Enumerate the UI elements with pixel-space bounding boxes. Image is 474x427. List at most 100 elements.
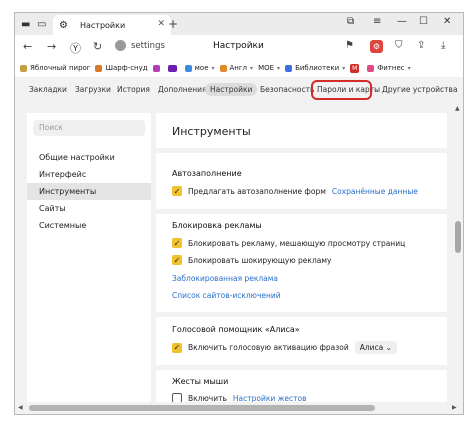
reload-icon[interactable]: ↻ — [93, 40, 102, 53]
tab-bar: ▬ ▭ ⚙ Настройки ✕ + ⧉ ≡ — ☐ ✕ — [15, 13, 463, 35]
bookmark-item[interactable]: Англ ▾ — [219, 64, 254, 72]
autofill-checkbox[interactable]: ✓ — [172, 186, 182, 196]
bookmark-icon — [167, 64, 177, 72]
sidebar-item-tools[interactable]: Инструменты — [27, 183, 151, 200]
bookmark-item[interactable]: мое ▾ — [184, 64, 215, 72]
divider — [156, 148, 447, 153]
settings-main: Инструменты Автозаполнение ✓ Предлагать … — [156, 113, 447, 403]
folder-chevron-icon: ▾ — [407, 64, 411, 72]
horizontal-scrollbar[interactable]: ◀ ▶ — [15, 402, 463, 414]
folder-chevron-icon: ▾ — [342, 64, 346, 72]
minimize-icon[interactable]: — — [397, 16, 407, 27]
page-title: Настройки — [213, 41, 264, 51]
voice-row: ✓ Включить голосовую активацию фразой Ал… — [172, 341, 397, 354]
adblock-row-1: ✓ Блокировать рекламу, мешающую просмотр… — [172, 238, 405, 248]
bookmarks-bar: Яблочный пирог Шарф-снуд мое ▾ Англ ▾ MOE ▾… — [15, 59, 463, 78]
tab-bookmarks[interactable]: Закладки — [29, 85, 67, 94]
browser-window: ▬ ▭ ⚙ Настройки ✕ + ⧉ ≡ — ☐ ✕ ← → Ⓨ ↻ se… — [14, 12, 464, 415]
exceptions-link[interactable]: Список сайтов-исключений — [172, 291, 281, 300]
sidebar-item-system[interactable]: Системные — [27, 217, 151, 234]
bookmark-icon[interactable]: ⚑ — [345, 40, 354, 51]
exceptions-row: Список сайтов-исключений — [172, 291, 281, 300]
search-input[interactable]: Поиск — [33, 120, 145, 136]
divider — [156, 312, 447, 317]
tab-history[interactable]: История — [117, 85, 150, 94]
bookmark-item[interactable]: M — [350, 63, 362, 73]
bookmark-icon — [95, 64, 103, 72]
tab-settings[interactable]: ⚙ Настройки ✕ — [53, 15, 171, 35]
close-window-icon[interactable]: ✕ — [443, 16, 451, 27]
new-tab-button[interactable]: + — [168, 17, 178, 31]
tabs-menu-icon[interactable]: ▬ — [21, 17, 30, 31]
bookmark-icon — [219, 64, 227, 72]
close-tab-icon[interactable]: ✕ — [157, 19, 165, 29]
highlight-frame — [311, 80, 372, 100]
settings-tabs: Закладки Загрузки История Дополнения Нас… — [15, 77, 463, 103]
bookmark-item[interactable]: Библиотеки ▾ — [285, 64, 345, 72]
download-icon[interactable]: ⤓ — [441, 40, 445, 51]
address-bar: ← → Ⓨ ↻ settings Настройки ⚑ ⚙ ⛉ ⇪ ⤓ — [15, 35, 463, 59]
adblock-label-1: Блокировать рекламу, мешающую просмотру … — [188, 238, 406, 248]
adblock-label-2: Блокировать шокирующую рекламу — [188, 255, 332, 265]
share-icon[interactable]: ⇪ — [417, 40, 425, 51]
sidebar-item-sites[interactable]: Сайты — [27, 200, 151, 217]
settings-content: Поиск Общие настройки Интерфейс Инструме… — [15, 103, 463, 403]
autofill-label: Предлагать автозаполнение форм — [188, 186, 326, 196]
divider — [156, 365, 447, 370]
tab-downloads[interactable]: Загрузки — [75, 85, 111, 94]
bookmark-icon — [285, 64, 293, 72]
adblock-checkbox-2[interactable]: ✓ — [172, 255, 182, 265]
blocked-ads-link[interactable]: Заблокированная реклама — [172, 274, 278, 283]
voice-checkbox[interactable]: ✓ — [172, 342, 182, 353]
wake-phrase-select[interactable]: Алиса ⌄ — [354, 341, 397, 354]
tab-extensions[interactable]: Дополнения — [158, 85, 207, 94]
adblock-row-2: ✓ Блокировать шокирующую рекламу — [172, 255, 331, 265]
bookmark-item[interactable] — [152, 64, 163, 72]
forward-icon[interactable]: → — [47, 40, 56, 53]
keyboard-icon[interactable]: ▭ — [37, 17, 46, 31]
settings-sidebar: Поиск Общие настройки Интерфейс Инструме… — [27, 113, 151, 402]
gear-icon: ⚙ — [59, 19, 68, 31]
bookmark-item[interactable]: Яблочный пирог — [20, 64, 90, 72]
back-icon[interactable]: ← — [23, 40, 32, 53]
sidebar-item-interface[interactable]: Интерфейс — [27, 166, 151, 183]
protect-icon[interactable]: ⛉ — [395, 40, 403, 51]
bookmark-item[interactable]: Шарф-снуд — [95, 64, 148, 72]
section-title: Инструменты — [172, 125, 251, 138]
url-text: settings — [131, 41, 165, 51]
collections-icon[interactable]: ⧉ — [347, 16, 354, 27]
tab-other-devices[interactable]: Другие устройства — [382, 85, 458, 94]
horizontal-scroll-thumb[interactable] — [29, 405, 375, 411]
saved-data-link[interactable]: Сохранённые данные — [332, 187, 418, 196]
sidebar-item-general[interactable]: Общие настройки — [27, 149, 151, 166]
adblock-checkbox-1[interactable]: ✓ — [172, 238, 182, 248]
folder-chevron-icon: ▾ — [211, 64, 215, 72]
blocked-ads-row: Заблокированная реклама — [172, 274, 278, 283]
vertical-scrollbar[interactable]: ▲ — [453, 103, 463, 402]
autofill-heading: Автозаполнение — [172, 169, 242, 178]
bookmark-item[interactable]: Фитнес ▾ — [367, 64, 411, 72]
bookmark-icon — [20, 64, 27, 72]
voice-label: Включить голосовую активацию фразой — [188, 343, 349, 352]
scroll-up-icon[interactable]: ▲ — [455, 105, 460, 112]
scroll-right-icon[interactable]: ▶ — [452, 404, 457, 411]
voice-heading: Голосовой помощник «Алиса» — [172, 325, 300, 334]
yandex-icon[interactable]: Ⓨ — [70, 40, 81, 56]
extension-icon[interactable]: ⚙ — [370, 40, 383, 53]
tab-security[interactable]: Безопасность — [260, 85, 314, 94]
folder-chevron-icon: ▾ — [250, 64, 254, 72]
scroll-left-icon[interactable]: ◀ — [18, 404, 23, 411]
bookmark-item[interactable]: MOE ▾ — [258, 64, 280, 72]
maximize-icon[interactable]: ☐ — [419, 16, 428, 27]
divider — [156, 209, 447, 214]
bookmark-icon — [184, 64, 192, 72]
hamburger-menu-icon[interactable]: ≡ — [373, 16, 381, 27]
gestures-heading: Жесты мыши — [172, 377, 229, 386]
vertical-scroll-thumb[interactable] — [455, 221, 461, 253]
url-field[interactable]: settings — [115, 40, 165, 51]
chevron-down-icon: ⌄ — [385, 343, 392, 352]
tab-settings-active[interactable]: Настройки — [205, 83, 258, 96]
bookmark-icon — [152, 64, 160, 72]
bookmark-item[interactable] — [167, 64, 180, 72]
site-info-icon[interactable] — [115, 40, 126, 51]
